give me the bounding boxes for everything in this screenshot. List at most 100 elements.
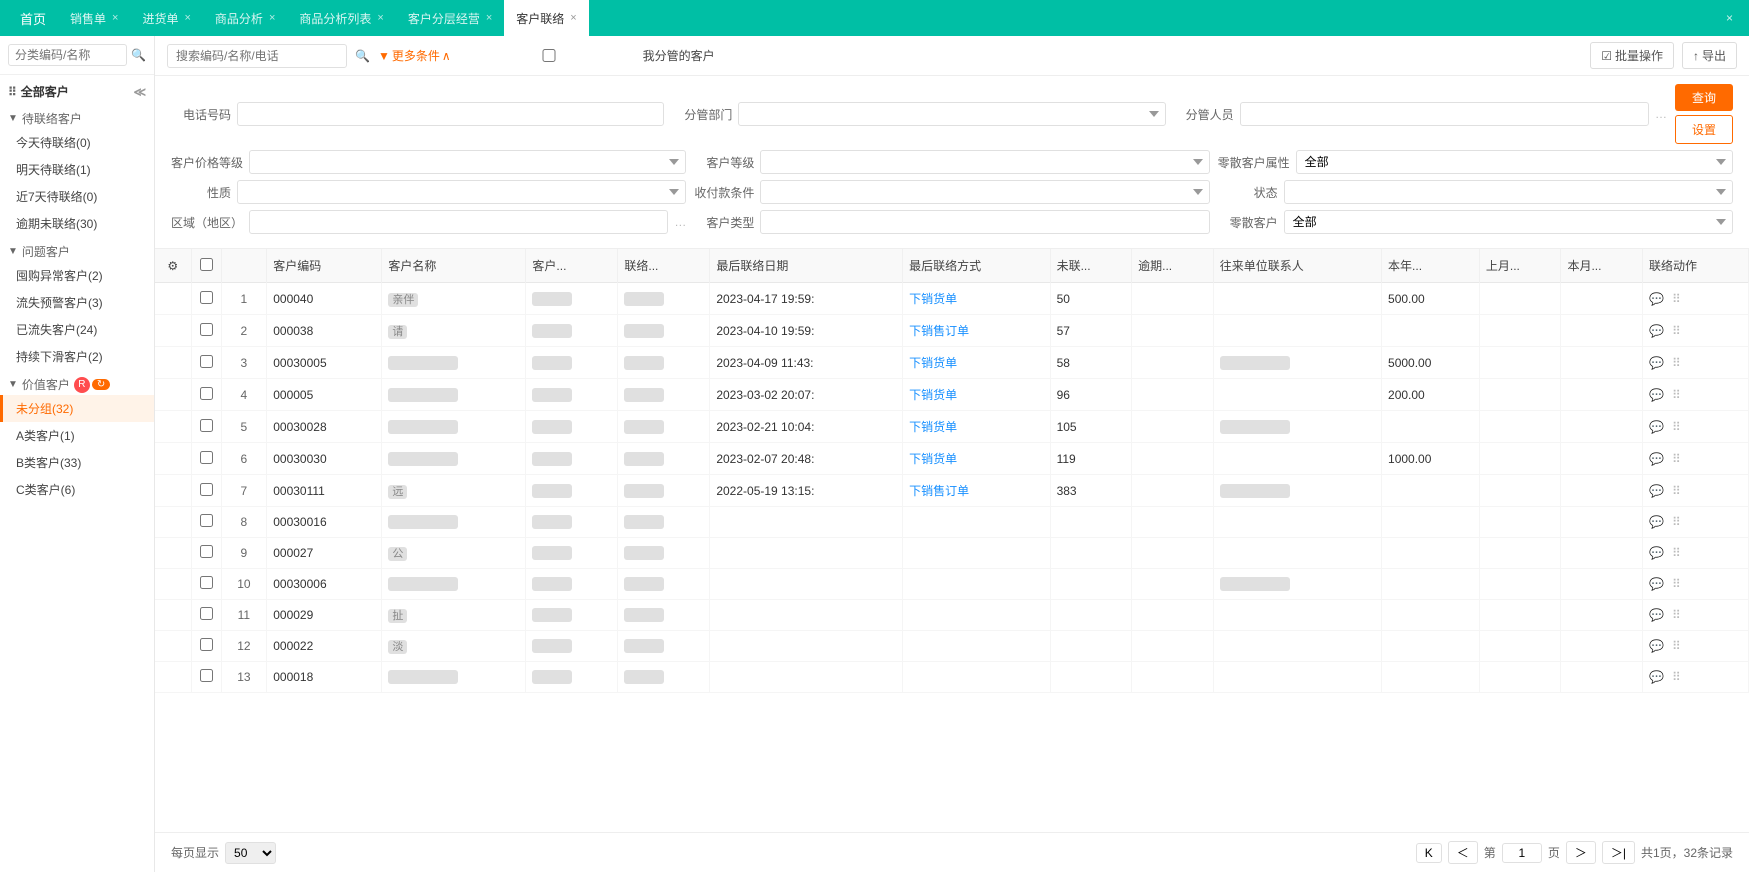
td-checkbox[interactable] — [191, 631, 221, 662]
action-message-icon[interactable]: 💬 — [1649, 639, 1664, 653]
action-grid-icon[interactable]: ⠿ — [1672, 292, 1681, 306]
action-message-icon[interactable]: 💬 — [1649, 356, 1664, 370]
sidebar-item-a-class[interactable]: A类客户(1) — [0, 422, 154, 449]
td-last-method[interactable] — [903, 569, 1051, 600]
person-more-icon[interactable]: … — [1655, 107, 1667, 121]
next-page-btn[interactable]: ＞ — [1566, 841, 1596, 864]
td-last-method[interactable] — [903, 507, 1051, 538]
filter-status-select[interactable] — [1284, 180, 1733, 204]
th-type[interactable]: 客户... — [526, 249, 618, 283]
td-checkbox[interactable] — [191, 347, 221, 379]
sidebar-search-input[interactable] — [8, 44, 127, 66]
page-num-input[interactable] — [1502, 843, 1542, 863]
action-message-icon[interactable]: 💬 — [1649, 515, 1664, 529]
sidebar-all-customers[interactable]: ⠿ 全部客户 ≪ — [0, 75, 154, 104]
td-checkbox[interactable] — [191, 379, 221, 411]
nav-tab-purchase[interactable]: 进货单 × — [130, 0, 202, 36]
query-btn[interactable]: 查询 — [1675, 84, 1733, 111]
batch-operation-btn[interactable]: ☑ 批量操作 — [1590, 42, 1674, 69]
td-checkbox[interactable] — [191, 443, 221, 475]
nav-tab-sales[interactable]: 销售单 × — [58, 0, 130, 36]
sidebar-item-ungrouped[interactable]: 未分组(32) — [0, 395, 154, 422]
action-grid-icon[interactable]: ⠿ — [1672, 484, 1681, 498]
first-page-btn[interactable]: K — [1416, 843, 1442, 863]
action-message-icon[interactable]: 💬 — [1649, 324, 1664, 338]
sidebar-item-abnormal[interactable]: 囤购异常客户(2) — [0, 262, 154, 289]
td-last-method[interactable]: 下销货单 — [903, 347, 1051, 379]
action-grid-icon[interactable]: ⠿ — [1672, 356, 1681, 370]
action-message-icon[interactable]: 💬 — [1649, 670, 1664, 684]
filter-customer-level-select[interactable] — [760, 150, 1209, 174]
per-page-select[interactable]: 50 100 — [225, 842, 276, 864]
action-message-icon[interactable]: 💬 — [1649, 452, 1664, 466]
th-not-contacted[interactable]: 未联... — [1050, 249, 1132, 283]
sidebar-item-churn-warning[interactable]: 流失预警客户(3) — [0, 289, 154, 316]
td-checkbox[interactable] — [191, 600, 221, 631]
th-last-month[interactable]: 上月... — [1479, 249, 1561, 283]
td-last-method[interactable] — [903, 662, 1051, 693]
filter-retail-attr-select[interactable]: 全部 — [1296, 150, 1733, 174]
more-conditions-btn[interactable]: ▼ 更多条件 ∧ — [378, 47, 451, 64]
th-contact[interactable]: 联络... — [618, 249, 710, 283]
th-last-method[interactable]: 最后联络方式 — [903, 249, 1051, 283]
td-checkbox[interactable] — [191, 538, 221, 569]
action-grid-icon[interactable]: ⠿ — [1672, 577, 1681, 591]
action-grid-icon[interactable]: ⠿ — [1672, 452, 1681, 466]
search-input[interactable] — [167, 44, 347, 68]
close-all-tabs[interactable]: × — [1718, 7, 1741, 29]
td-checkbox[interactable] — [191, 569, 221, 600]
th-this-month[interactable]: 本月... — [1561, 249, 1643, 283]
sidebar-item-tomorrow[interactable]: 明天待联络(1) — [0, 156, 154, 183]
filter-phone-input[interactable] — [237, 102, 664, 126]
filter-customer-type-input[interactable] — [760, 210, 1209, 234]
my-customers-filter[interactable]: 我分管的客户 — [459, 47, 715, 64]
action-grid-icon[interactable]: ⠿ — [1672, 420, 1681, 434]
td-last-method[interactable]: 下销货单 — [903, 411, 1051, 443]
td-last-method[interactable]: 下销货单 — [903, 283, 1051, 315]
td-last-method[interactable]: 下销货单 — [903, 443, 1051, 475]
close-tab-customer-contact[interactable]: × — [570, 12, 576, 24]
close-tab-sales[interactable]: × — [112, 12, 118, 24]
sidebar-group-value[interactable]: ▼ 价值客户 R ↻ — [0, 370, 154, 395]
filter-dept-select[interactable] — [738, 102, 1165, 126]
export-btn[interactable]: ↑ 导出 — [1682, 42, 1737, 69]
action-grid-icon[interactable]: ⠿ — [1672, 388, 1681, 402]
reset-btn[interactable]: 设置 — [1675, 115, 1733, 144]
close-tab-analysis-list[interactable]: × — [377, 12, 383, 24]
th-partner[interactable]: 往来单位联系人 — [1213, 249, 1381, 283]
sidebar-group-pending[interactable]: ▼ 待联络客户 — [0, 104, 154, 129]
td-checkbox[interactable] — [191, 411, 221, 443]
nav-tab-analysis[interactable]: 商品分析 × — [203, 0, 287, 36]
td-checkbox[interactable] — [191, 507, 221, 538]
filter-person-input[interactable] — [1240, 102, 1649, 126]
sidebar-search-icon[interactable]: 🔍 — [131, 48, 146, 62]
action-message-icon[interactable]: 💬 — [1649, 546, 1664, 560]
prev-page-btn[interactable]: ＜ — [1448, 841, 1478, 864]
nav-tab-customer-contact[interactable]: 客户联络 × — [504, 0, 588, 36]
sidebar-item-b-class[interactable]: B类客户(33) — [0, 449, 154, 476]
th-this-year[interactable]: 本年... — [1382, 249, 1480, 283]
filter-search-icon[interactable]: 🔍 — [355, 49, 370, 63]
td-last-method[interactable]: 下销售订单 — [903, 475, 1051, 507]
action-message-icon[interactable]: 💬 — [1649, 608, 1664, 622]
last-page-btn[interactable]: ＞| — [1602, 841, 1635, 864]
sidebar-group-problem[interactable]: ▼ 问题客户 — [0, 237, 154, 262]
th-code[interactable]: 客户编码 — [267, 249, 382, 283]
close-tab-purchase[interactable]: × — [184, 12, 190, 24]
td-checkbox[interactable] — [191, 475, 221, 507]
region-more-icon[interactable]: … — [674, 215, 686, 229]
sidebar-item-c-class[interactable]: C类客户(6) — [0, 476, 154, 503]
td-last-method[interactable]: 下销售订单 — [903, 315, 1051, 347]
action-message-icon[interactable]: 💬 — [1649, 292, 1664, 306]
th-settings[interactable]: ⚙ — [155, 249, 191, 283]
action-grid-icon[interactable]: ⠿ — [1672, 639, 1681, 653]
sidebar-collapse-btn[interactable]: ≪ — [133, 85, 146, 99]
my-customers-checkbox[interactable] — [459, 49, 639, 62]
td-last-method[interactable] — [903, 631, 1051, 662]
sidebar-item-churned[interactable]: 已流失客户(24) — [0, 316, 154, 343]
sidebar-item-7days[interactable]: 近7天待联络(0) — [0, 183, 154, 210]
action-grid-icon[interactable]: ⠿ — [1672, 324, 1681, 338]
th-name[interactable]: 客户名称 — [382, 249, 526, 283]
action-grid-icon[interactable]: ⠿ — [1672, 608, 1681, 622]
close-tab-customer-tier[interactable]: × — [486, 12, 492, 24]
